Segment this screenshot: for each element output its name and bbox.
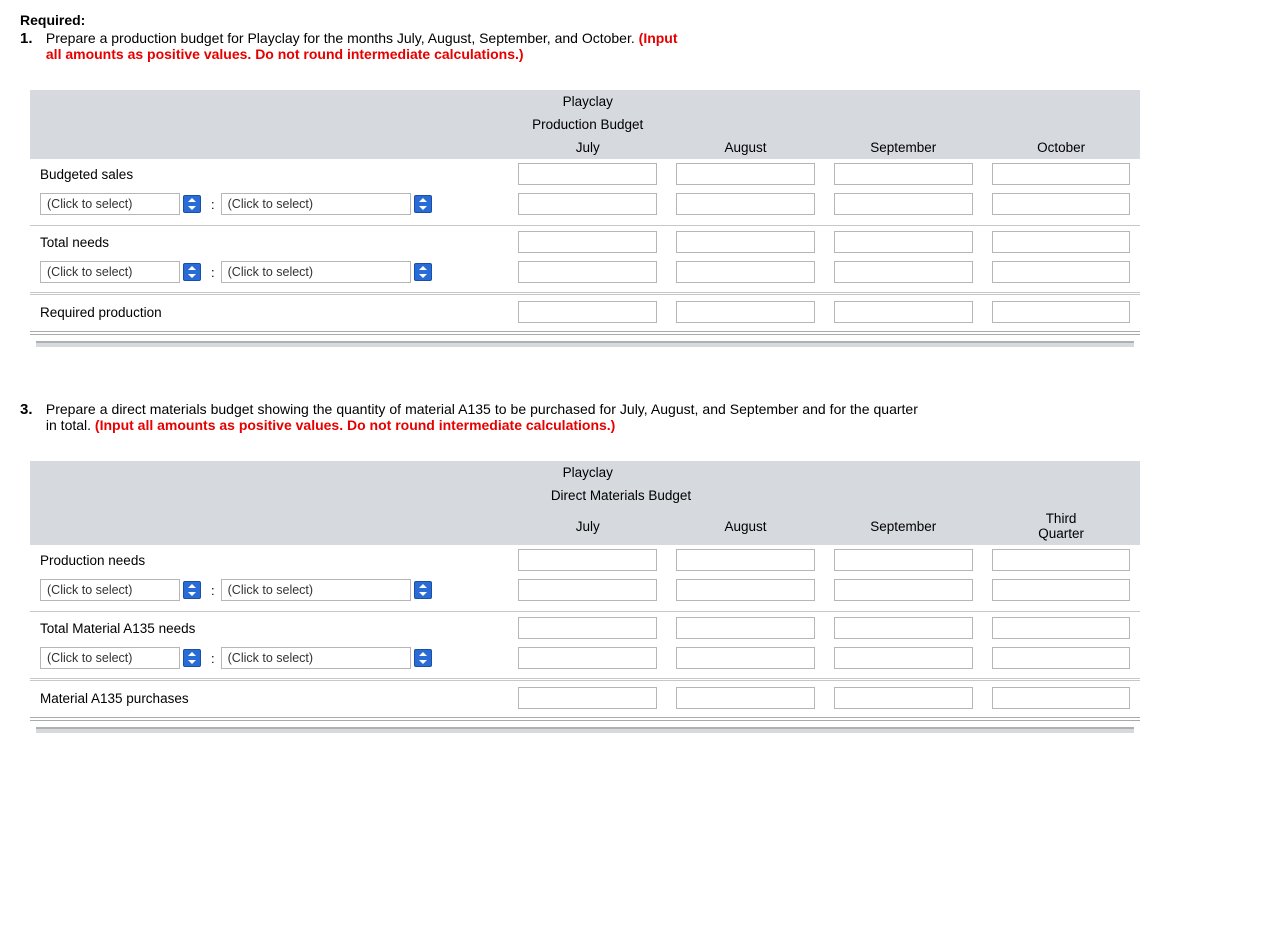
q1-instruction: 1. Prepare a production budget for Playc… [20, 30, 920, 62]
t2-select-b1[interactable]: (Click to select) [40, 647, 180, 669]
t1-col-september: September [824, 136, 982, 159]
t2-r4-quarter[interactable] [992, 647, 1131, 669]
total-a135-september[interactable] [834, 617, 972, 639]
a135-purchases-september[interactable] [834, 687, 972, 709]
q3-number: 3. [20, 401, 42, 418]
t1-r4-october[interactable] [992, 261, 1131, 283]
budgeted-sales-september[interactable] [834, 163, 972, 185]
production-needs-july[interactable] [518, 549, 656, 571]
row-required-production: Required production [30, 297, 509, 327]
total-a135-quarter[interactable] [992, 617, 1131, 639]
materials-budget-table: Playclay Direct Materials Budget July Au… [30, 461, 1140, 737]
total-a135-august[interactable] [676, 617, 814, 639]
table-end-bar [36, 727, 1134, 733]
t1-select-b1[interactable]: (Click to select) [40, 261, 180, 283]
t1-col-july: July [509, 136, 667, 159]
t1-select-a1[interactable]: (Click to select) [40, 193, 180, 215]
required-production-august[interactable] [676, 301, 814, 323]
q3-instruction: 3. Prepare a direct materials budget sho… [20, 401, 920, 433]
required-production-july[interactable] [518, 301, 656, 323]
q1-number: 1. [20, 30, 42, 47]
row-budgeted-sales: Budgeted sales [30, 159, 509, 189]
materials-budget-table-wrap: Playclay Direct Materials Budget July Au… [30, 461, 1140, 737]
total-a135-july[interactable] [518, 617, 656, 639]
t1-r2-october[interactable] [992, 193, 1131, 215]
t2-col-third-quarter: Third Quarter [982, 507, 1140, 545]
q1-red-lead: (Input [639, 30, 678, 46]
stepper-icon[interactable] [183, 263, 201, 281]
required-production-october[interactable] [992, 301, 1131, 323]
row-a135-purchases: Material A135 purchases [30, 683, 509, 713]
production-needs-quarter[interactable] [992, 549, 1131, 571]
total-needs-september[interactable] [834, 231, 972, 253]
stepper-icon[interactable] [183, 581, 201, 599]
budgeted-sales-july[interactable] [518, 163, 656, 185]
a135-purchases-august[interactable] [676, 687, 814, 709]
t2-select-a2[interactable]: (Click to select) [221, 579, 411, 601]
t1-select-b2[interactable]: (Click to select) [221, 261, 411, 283]
t1-select-a2[interactable]: (Click to select) [221, 193, 411, 215]
t2-r4-september[interactable] [834, 647, 972, 669]
required-production-september[interactable] [834, 301, 972, 323]
t2-col-july: July [509, 507, 667, 545]
stepper-icon[interactable] [183, 649, 201, 667]
stepper-icon[interactable] [414, 195, 432, 213]
t1-title2: Production Budget [509, 113, 667, 136]
budgeted-sales-october[interactable] [992, 163, 1131, 185]
t1-r2-august[interactable] [676, 193, 814, 215]
row-total-a135-needs: Total Material A135 needs [30, 613, 509, 643]
stepper-icon[interactable] [414, 581, 432, 599]
t1-r4-july[interactable] [518, 261, 656, 283]
t1-r2-september[interactable] [834, 193, 972, 215]
t2-title1: Playclay [509, 461, 667, 484]
t1-col-august: August [667, 136, 825, 159]
total-needs-august[interactable] [676, 231, 814, 253]
q1-red-rest: all amounts as positive values. Do not r… [46, 46, 524, 62]
budgeted-sales-august[interactable] [676, 163, 814, 185]
t2-r2-august[interactable] [676, 579, 814, 601]
stepper-icon[interactable] [414, 263, 432, 281]
stepper-icon[interactable] [414, 649, 432, 667]
t2-r2-july[interactable] [518, 579, 656, 601]
t2-title2: Direct Materials Budget [509, 484, 825, 507]
stepper-icon[interactable] [183, 195, 201, 213]
production-budget-table-wrap: Playclay Production Budget July August S… [30, 90, 1140, 351]
row-production-needs: Production needs [30, 545, 509, 575]
production-needs-september[interactable] [834, 549, 972, 571]
t2-col-august: August [667, 507, 825, 545]
a135-purchases-quarter[interactable] [992, 687, 1131, 709]
t2-col-september: September [824, 507, 982, 545]
required-heading: Required: [20, 12, 1260, 28]
row-total-needs: Total needs [30, 227, 509, 257]
t1-r2-july[interactable] [518, 193, 656, 215]
t2-r4-july[interactable] [518, 647, 656, 669]
production-budget-table: Playclay Production Budget July August S… [30, 90, 1140, 351]
t2-r2-quarter[interactable] [992, 579, 1131, 601]
production-needs-august[interactable] [676, 549, 814, 571]
a135-purchases-july[interactable] [518, 687, 656, 709]
t1-r4-september[interactable] [834, 261, 972, 283]
t1-col-october: October [982, 136, 1140, 159]
q1-text: Prepare a production budget for Playclay… [46, 30, 639, 46]
t2-r4-august[interactable] [676, 647, 814, 669]
t2-select-b2[interactable]: (Click to select) [221, 647, 411, 669]
total-needs-july[interactable] [518, 231, 656, 253]
q3-red: (Input all amounts as positive values. D… [95, 417, 615, 433]
t1-title1: Playclay [509, 90, 667, 113]
table-end-bar [36, 341, 1134, 347]
total-needs-october[interactable] [992, 231, 1131, 253]
t2-select-a1[interactable]: (Click to select) [40, 579, 180, 601]
t2-r2-september[interactable] [834, 579, 972, 601]
t1-r4-august[interactable] [676, 261, 814, 283]
